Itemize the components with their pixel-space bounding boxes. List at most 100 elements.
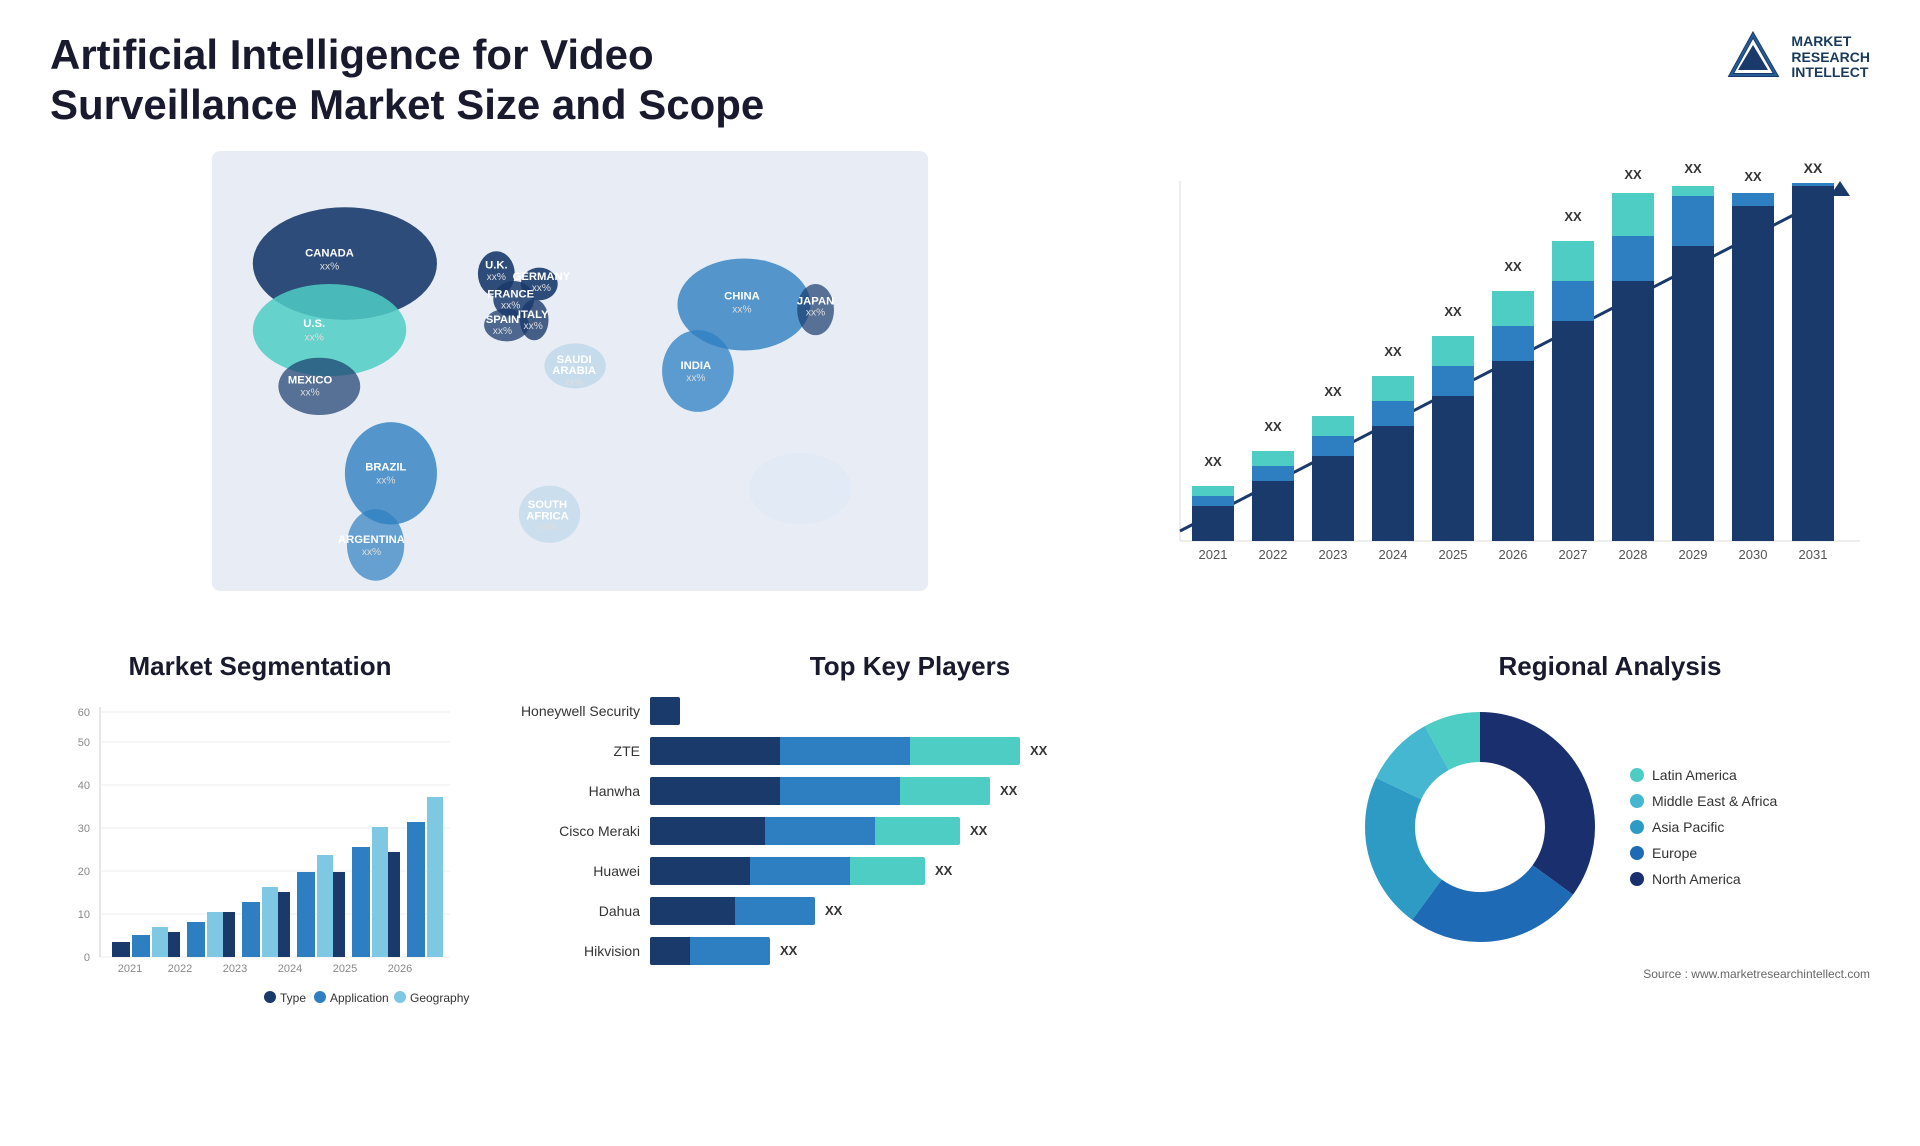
player-bar-container: XX [650, 777, 1330, 805]
player-name: Hanwha [490, 783, 640, 799]
map-container: CANADA xx% U.S. xx% MEXICO xx% BRAZIL xx… [50, 151, 1090, 631]
svg-text:XX: XX [1324, 384, 1342, 399]
world-map-svg: CANADA xx% U.S. xx% MEXICO xx% BRAZIL xx… [50, 151, 1090, 591]
player-row: Hanwha XX [490, 777, 1330, 805]
regional-section: Regional Analysis [1350, 651, 1870, 1071]
svg-text:XX: XX [1204, 454, 1222, 469]
donut-area: Latin America Middle East & Africa Asia … [1350, 697, 1870, 957]
player-bar-container [650, 697, 1330, 725]
svg-text:XX: XX [1264, 419, 1282, 434]
svg-text:SPAIN: SPAIN [486, 314, 520, 326]
players-list: Honeywell Security ZTE XX [490, 697, 1330, 965]
svg-text:2024: 2024 [278, 963, 302, 975]
player-bar-container: XX [650, 737, 1330, 765]
svg-text:Geography: Geography [410, 991, 469, 1005]
player-name: Honeywell Security [490, 703, 640, 719]
svg-text:XX: XX [1744, 169, 1762, 184]
page-container: Artificial Intelligence for Video Survei… [0, 0, 1920, 1146]
svg-text:xx%: xx% [524, 321, 543, 332]
legend-label-europe: Europe [1652, 845, 1697, 861]
svg-text:xx%: xx% [732, 304, 751, 315]
legend-item-mea: Middle East & Africa [1630, 793, 1777, 809]
svg-text:2029: 2029 [1679, 547, 1708, 562]
player-bar-container: XX [650, 817, 1330, 845]
svg-text:2030: 2030 [1739, 547, 1768, 562]
svg-text:GERMANY: GERMANY [513, 271, 571, 283]
players-section: Top Key Players Honeywell Security ZTE [490, 651, 1330, 1071]
svg-text:xx%: xx% [564, 377, 583, 388]
player-row: Cisco Meraki XX [490, 817, 1330, 845]
segmentation-chart-svg: 0 10 20 30 40 50 60 2021 2022 2023 2024 … [50, 697, 470, 1017]
page-title: Artificial Intelligence for Video Survei… [50, 30, 850, 131]
svg-text:0: 0 [84, 952, 90, 964]
svg-text:U.S.: U.S. [303, 318, 325, 330]
top-section: CANADA xx% U.S. xx% MEXICO xx% BRAZIL xx… [50, 151, 1870, 631]
svg-text:ITALY: ITALY [518, 309, 549, 321]
donut-chart-svg [1350, 697, 1610, 957]
player-row: ZTE XX [490, 737, 1330, 765]
svg-text:2027: 2027 [1559, 547, 1588, 562]
svg-text:CANADA: CANADA [305, 247, 354, 259]
svg-text:FRANCE: FRANCE [487, 288, 534, 300]
svg-text:ARGENTINA: ARGENTINA [338, 534, 405, 546]
svg-text:2023: 2023 [223, 963, 247, 975]
svg-text:2026: 2026 [388, 963, 412, 975]
legend-color-apac [1630, 820, 1644, 834]
legend-color-latin [1630, 768, 1644, 782]
svg-text:xx%: xx% [487, 272, 506, 283]
player-row: Dahua XX [490, 897, 1330, 925]
legend-color-na [1630, 872, 1644, 886]
svg-text:SOUTH: SOUTH [528, 499, 567, 511]
segmentation-section: Market Segmentation 0 10 20 30 40 50 [50, 651, 470, 1071]
svg-text:XX: XX [1684, 161, 1702, 176]
svg-text:2022: 2022 [1259, 547, 1288, 562]
player-name: Huawei [490, 863, 640, 879]
player-name: Dahua [490, 903, 640, 919]
svg-text:2025: 2025 [1439, 547, 1468, 562]
player-name: Hikvision [490, 943, 640, 959]
svg-text:xx%: xx% [376, 475, 395, 486]
svg-text:XX: XX [1444, 304, 1462, 319]
growth-chart-svg: XX 2021 XX 2022 XX 2023 XX 2024 [1120, 151, 1870, 611]
player-bar-container: XX [650, 937, 1330, 965]
svg-text:XX: XX [1624, 167, 1642, 182]
svg-text:xx%: xx% [686, 373, 705, 384]
svg-text:xx%: xx% [300, 387, 319, 398]
svg-text:30: 30 [78, 823, 90, 835]
svg-text:Type: Type [280, 991, 306, 1005]
svg-text:xx%: xx% [362, 547, 381, 558]
logo-text: MARKET RESEARCH INTELLECT [1791, 34, 1870, 80]
svg-text:XX: XX [1804, 160, 1823, 176]
legend-color-mea [1630, 794, 1644, 808]
svg-text:XX: XX [1504, 259, 1522, 274]
header: Artificial Intelligence for Video Survei… [50, 30, 1870, 131]
legend-color-europe [1630, 846, 1644, 860]
svg-text:60: 60 [78, 707, 90, 719]
source-text: Source : www.marketresearchintellect.com [1350, 967, 1870, 981]
svg-text:ARABIA: ARABIA [552, 365, 596, 377]
legend-label-na: North America [1652, 871, 1741, 887]
svg-text:xx%: xx% [493, 326, 512, 337]
logo-container: MARKET RESEARCH INTELLECT [1726, 30, 1870, 85]
svg-text:BRAZIL: BRAZIL [365, 461, 406, 473]
svg-text:2025: 2025 [333, 963, 357, 975]
segmentation-title: Market Segmentation [50, 651, 470, 682]
player-name: ZTE [490, 743, 640, 759]
svg-text:Application: Application [330, 991, 389, 1005]
player-row: Hikvision XX [490, 937, 1330, 965]
svg-text:xx%: xx% [305, 332, 324, 343]
svg-text:2022: 2022 [168, 963, 192, 975]
bottom-section: Market Segmentation 0 10 20 30 40 50 [50, 651, 1870, 1071]
svg-text:2028: 2028 [1619, 547, 1648, 562]
svg-text:JAPAN: JAPAN [797, 295, 834, 307]
svg-text:2024: 2024 [1379, 547, 1408, 562]
svg-text:XX: XX [1384, 344, 1402, 359]
legend-item-latin: Latin America [1630, 767, 1777, 783]
regional-legend: Latin America Middle East & Africa Asia … [1630, 767, 1777, 887]
player-name: Cisco Meraki [490, 823, 640, 839]
svg-text:CHINA: CHINA [724, 290, 760, 302]
legend-item-europe: Europe [1630, 845, 1777, 861]
svg-text:MEXICO: MEXICO [288, 374, 333, 386]
svg-text:xx%: xx% [532, 283, 551, 294]
svg-text:xx%: xx% [320, 261, 339, 272]
